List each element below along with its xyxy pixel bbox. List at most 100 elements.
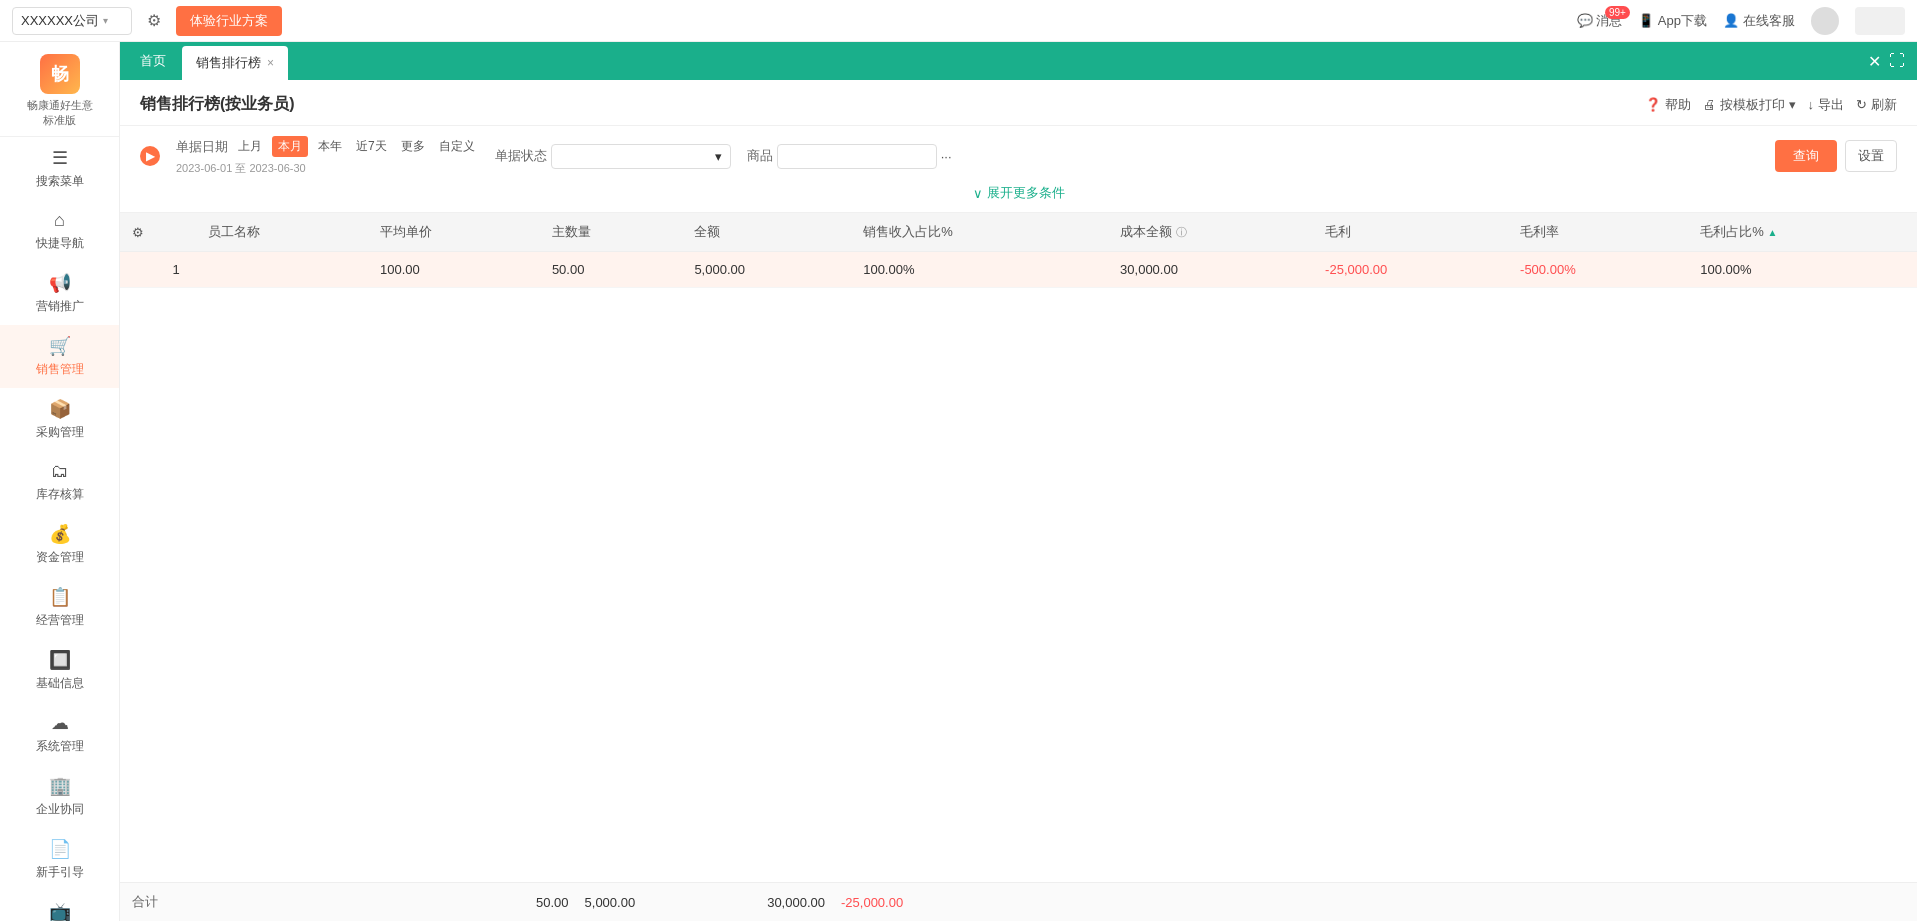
col-employee-name: 员工名称	[196, 213, 368, 252]
footer-qty: 50.00	[536, 895, 569, 910]
expand-more-conditions-button[interactable]: ∨ 展开更多条件	[973, 184, 1065, 202]
chevron-down-icon: ▾	[103, 15, 108, 26]
help-button[interactable]: ❓ 帮助	[1645, 96, 1691, 114]
main-layout: 畅 畅康通好生意标准版 ☰ 搜索菜单 ⌂ 快捷导航 📢 营销推广 🛒 销售管理 …	[0, 42, 1917, 921]
print-icon: 🖨	[1703, 97, 1716, 112]
export-button[interactable]: ↓ 导出	[1808, 96, 1845, 114]
filter-area: ▶ 单据日期 上月 本月 本年 近7天 更多 自定义 2023-06-01 至 …	[120, 126, 1917, 213]
date-buttons: 单据日期 上月 本月 本年 近7天 更多 自定义	[176, 136, 479, 157]
message-button[interactable]: 💬 消息 99+	[1577, 12, 1622, 30]
table-header-row: ⚙ 员工名称 平均单价 主数量 全额 销售收入占比% 成本全额 ⓘ 毛利 毛利率…	[120, 213, 1917, 252]
sidebar-item-corp[interactable]: 🏢 企业协同	[0, 765, 119, 828]
table-settings-button[interactable]: 设置	[1845, 140, 1897, 172]
sidebar-item-purchase[interactable]: 📦 采购管理	[0, 388, 119, 451]
table-area: ⚙ 员工名称 平均单价 主数量 全额 销售收入占比% 成本全额 ⓘ 毛利 毛利率…	[120, 213, 1917, 882]
date-btn-this-month[interactable]: 本月	[272, 136, 308, 157]
app-download-button[interactable]: 📱 App下载	[1638, 12, 1707, 30]
trial-button[interactable]: 体验行业方案	[176, 6, 282, 36]
tab-label: 销售排行榜	[196, 54, 261, 72]
sidebar-item-basic[interactable]: 🔲 基础信息	[0, 639, 119, 702]
sidebar-item-label: 库存核算	[36, 486, 84, 503]
message-badge: 99+	[1605, 6, 1630, 19]
sidebar-item-operation[interactable]: 📋 经营管理	[0, 576, 119, 639]
date-filter-label: 单据日期	[176, 138, 228, 156]
sidebar-item-marketing[interactable]: 📢 营销推广	[0, 262, 119, 325]
username	[1855, 7, 1905, 35]
col-sales-pct: 销售收入占比%	[851, 213, 1108, 252]
sidebar-item-system[interactable]: ☁ 系统管理	[0, 702, 119, 765]
online-service-button[interactable]: 👤 在线客服	[1723, 12, 1795, 30]
system-icon: ☁	[51, 712, 69, 734]
avatar[interactable]	[1811, 7, 1839, 35]
tab-bar-right: ✕ ⛶	[1868, 52, 1913, 71]
filter-row: ▶ 单据日期 上月 本月 本年 近7天 更多 自定义 2023-06-01 至 …	[140, 136, 1897, 176]
page-header: 销售排行榜(按业务员) ❓ 帮助 🖨 按模板打印 ▾ ↓ 导出 ↻ 刷新	[120, 80, 1917, 126]
col-qty: 主数量	[540, 213, 683, 252]
company-selector[interactable]: XXXXXX公司 ▾	[12, 7, 132, 35]
col-profit-pct: 毛利占比% ▲	[1688, 213, 1917, 252]
status-chevron-icon: ▾	[715, 149, 722, 164]
filter-expand-arrow-button[interactable]: ▶	[140, 146, 160, 166]
product-label: 商品	[747, 147, 773, 165]
query-button[interactable]: 查询	[1775, 140, 1837, 172]
col-profit-rate: 毛利率	[1508, 213, 1688, 252]
status-label: 单据状态	[495, 147, 547, 165]
row-sales-pct: 100.00%	[851, 252, 1108, 288]
sidebar-item-sales[interactable]: 🛒 销售管理	[0, 325, 119, 388]
refresh-icon: ↻	[1856, 97, 1867, 112]
tab-sales-ranking[interactable]: 销售排行榜 ×	[182, 46, 288, 80]
top-bar: XXXXXX公司 ▾ ⚙ 体验行业方案 💬 消息 99+ 📱 App下载 👤 在…	[0, 0, 1917, 42]
sidebar-item-finance[interactable]: 💰 资金管理	[0, 513, 119, 576]
product-filter: 商品 ···	[747, 144, 952, 169]
date-filter-group: 单据日期 上月 本月 本年 近7天 更多 自定义 2023-06-01 至 20…	[176, 136, 479, 176]
sidebar: 畅 畅康通好生意标准版 ☰ 搜索菜单 ⌂ 快捷导航 📢 营销推广 🛒 销售管理 …	[0, 42, 120, 921]
sales-icon: 🛒	[49, 335, 71, 357]
date-btn-last-month[interactable]: 上月	[234, 136, 266, 157]
home-icon: ⌂	[54, 210, 65, 231]
content-area: 首页 销售排行榜 × ✕ ⛶ 销售排行榜(按业务员) ❓ 帮助 🖨 按模板打印	[120, 42, 1917, 921]
sidebar-item-appstore[interactable]: 📺 应用中心	[0, 891, 119, 921]
sidebar-item-shortcut[interactable]: ⌂ 快捷导航	[0, 200, 119, 262]
tab-home[interactable]: 首页	[124, 42, 182, 80]
row-amount: 5,000.00	[682, 252, 851, 288]
row-profit: -25,000.00	[1313, 252, 1508, 288]
top-bar-right: 💬 消息 99+ 📱 App下载 👤 在线客服	[1577, 7, 1905, 35]
col-settings[interactable]: ⚙	[120, 213, 156, 252]
sidebar-item-inventory[interactable]: 🗂 库存核算	[0, 451, 119, 513]
page-title: 销售排行榜(按业务员)	[140, 94, 295, 115]
date-range-text: 2023-06-01 至 2023-06-30	[176, 161, 479, 176]
tab-close-window-button[interactable]: ✕	[1868, 52, 1881, 71]
product-input[interactable]	[777, 144, 937, 169]
data-table: ⚙ 员工名称 平均单价 主数量 全额 销售收入占比% 成本全额 ⓘ 毛利 毛利率…	[120, 213, 1917, 288]
logo-image: 畅	[40, 54, 80, 94]
sidebar-item-label: 销售管理	[36, 361, 84, 378]
tab-maximize-button[interactable]: ⛶	[1889, 52, 1905, 70]
row-settings	[120, 252, 156, 288]
message-icon: 💬	[1577, 13, 1593, 28]
date-btn-custom[interactable]: 自定义	[435, 136, 479, 157]
date-btn-7days[interactable]: 近7天	[352, 136, 391, 157]
export-icon: ↓	[1808, 97, 1815, 112]
col-cost: 成本全额 ⓘ	[1108, 213, 1313, 252]
settings-gear-button[interactable]: ⚙	[140, 7, 168, 35]
sidebar-item-search[interactable]: ☰ 搜索菜单	[0, 137, 119, 200]
footer-profit: -25,000.00	[841, 895, 903, 910]
status-select[interactable]: ▾	[551, 144, 731, 169]
marketing-icon: 📢	[49, 272, 71, 294]
refresh-button[interactable]: ↻ 刷新	[1856, 96, 1897, 114]
app-icon: 📱	[1638, 13, 1654, 28]
purchase-icon: 📦	[49, 398, 71, 420]
print-button[interactable]: 🖨 按模板打印 ▾	[1703, 96, 1796, 114]
more-options-label[interactable]: ···	[941, 149, 952, 164]
logo-text: 畅康通好生意标准版	[27, 98, 93, 128]
row-avg-price: 100.00	[368, 252, 540, 288]
table-footer: 合计 50.00 5,000.00 30,000.00 -25,000.00	[120, 882, 1917, 921]
sidebar-item-guide[interactable]: 📄 新手引导	[0, 828, 119, 891]
date-btn-more[interactable]: 更多	[397, 136, 429, 157]
sidebar-item-label: 企业协同	[36, 801, 84, 818]
footer-amount: 5,000.00	[585, 895, 636, 910]
footer-label: 合计	[132, 893, 252, 911]
date-btn-this-year[interactable]: 本年	[314, 136, 346, 157]
page-actions: ❓ 帮助 🖨 按模板打印 ▾ ↓ 导出 ↻ 刷新	[1645, 96, 1898, 114]
tab-close-icon[interactable]: ×	[267, 56, 274, 70]
